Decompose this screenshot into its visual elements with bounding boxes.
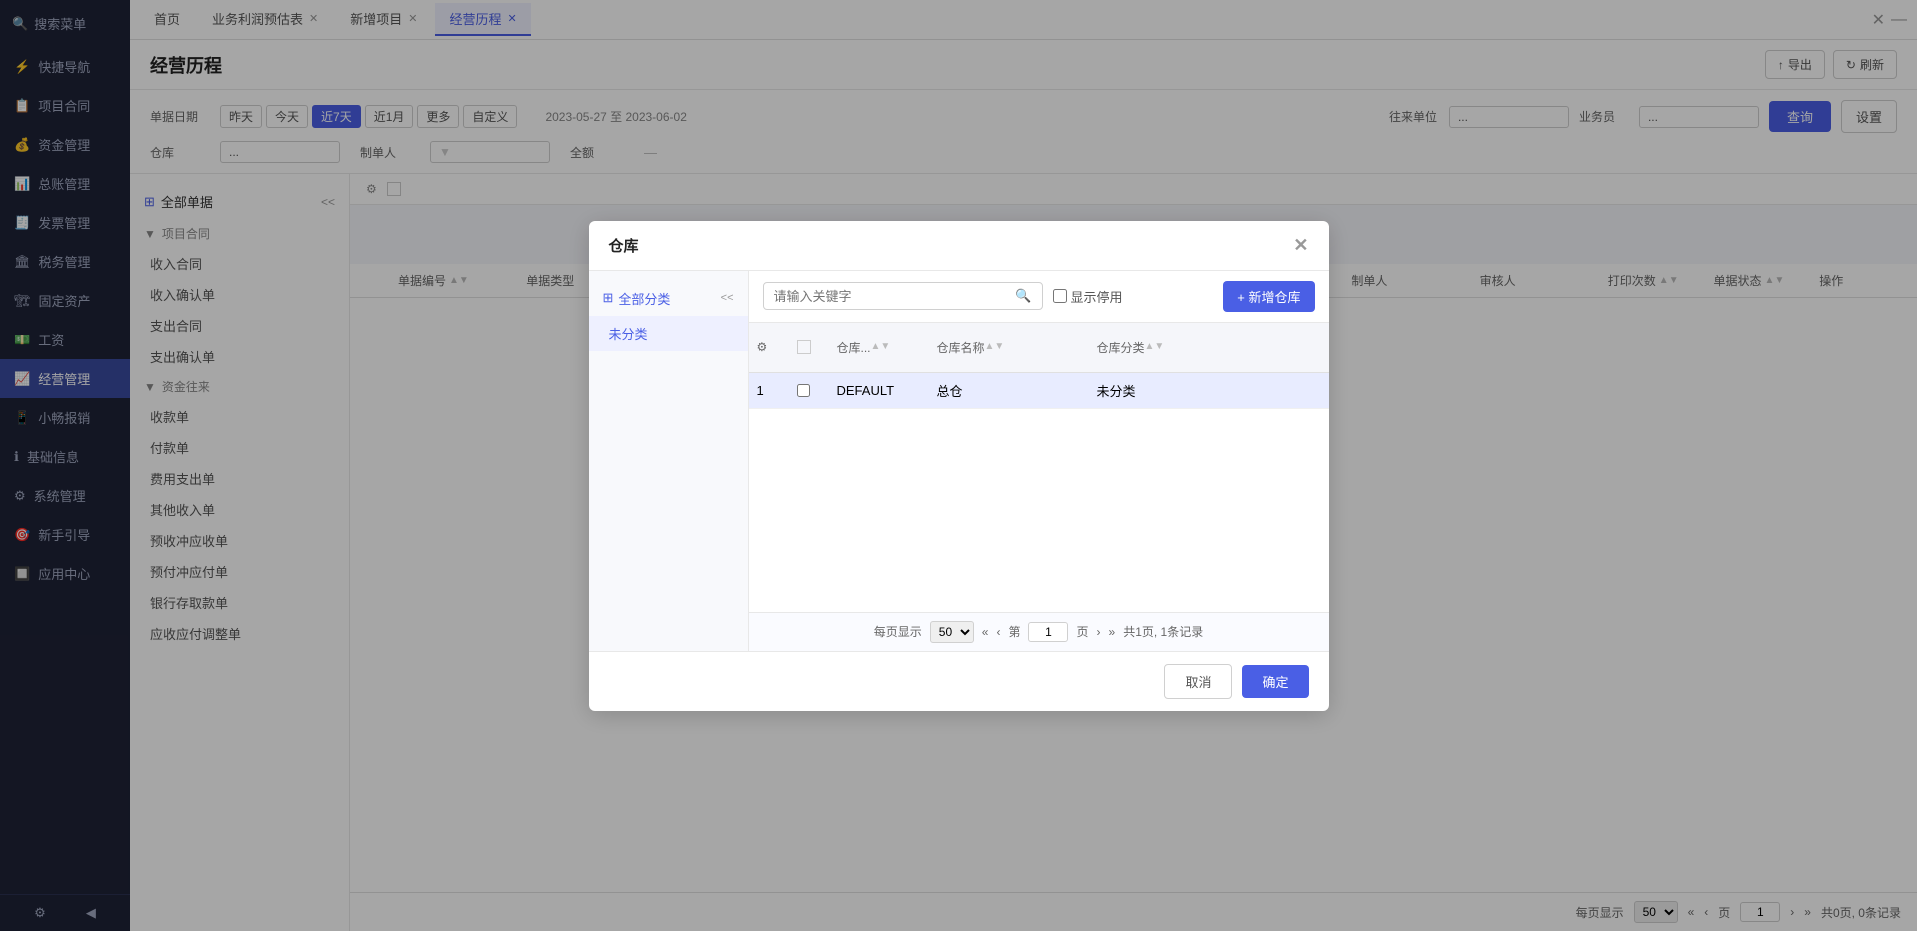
confirm-button[interactable]: 确定 <box>1242 665 1308 698</box>
check-all[interactable] <box>797 340 811 354</box>
modal-header: 仓库 ✕ <box>589 221 1329 271</box>
col-header-settings: ⚙ <box>749 331 789 364</box>
modal-page-label: 第 <box>1008 623 1020 640</box>
modal-footer: 取消 确定 <box>589 651 1329 711</box>
search-icon: 🔍 <box>1015 288 1031 304</box>
table-row[interactable]: 1 DEFAULT 总仓 未分类 <box>749 373 1329 409</box>
name-sort-icon: ▲▼ <box>985 342 1005 352</box>
show-disabled-label: 显示停用 <box>1071 287 1123 306</box>
modal-prev-page[interactable]: ‹ <box>996 625 1000 639</box>
modal-category-item-unclassified[interactable]: 未分类 <box>589 316 748 351</box>
modal-total-records: 共1页, 1条记录 <box>1123 623 1203 640</box>
modal-last-page[interactable]: » <box>1109 625 1116 639</box>
modal-category-label: 未分类 <box>609 327 648 342</box>
show-disabled-toggle: 显示停用 <box>1053 287 1123 306</box>
modal-close-button[interactable]: ✕ <box>1293 235 1308 256</box>
col-header-code[interactable]: 仓库... ▲▼ <box>829 331 929 364</box>
confirm-label: 确定 <box>1262 675 1288 690</box>
modal-left-header[interactable]: ⊞ 全部分类 << <box>589 281 748 316</box>
modal-next-page[interactable]: › <box>1097 625 1101 639</box>
warehouse-modal: 仓库 ✕ ⊞ 全部分类 << 未分类 <box>589 221 1329 711</box>
show-disabled-checkbox[interactable] <box>1053 289 1067 303</box>
modal-first-page[interactable]: « <box>982 625 989 639</box>
row-checkbox[interactable] <box>789 373 829 408</box>
gear-icon: ⚙ <box>757 340 768 354</box>
all-category-icon: ⊞ <box>603 290 614 306</box>
cancel-label: 取消 <box>1185 675 1211 690</box>
add-warehouse-label: + 新增仓库 <box>1237 287 1300 306</box>
modal-toolbar: 🔍 显示停用 + 新增仓库 <box>749 271 1329 323</box>
row-category: 未分类 <box>1089 373 1229 408</box>
col-header-category[interactable]: 仓库分类 ▲▼ <box>1089 331 1229 364</box>
modal-search-box: 🔍 <box>763 282 1043 310</box>
category-sort-icon: ▲▼ <box>1145 342 1165 352</box>
row-index: 1 <box>749 373 789 408</box>
modal-overlay: 仓库 ✕ ⊞ 全部分类 << 未分类 <box>0 0 1917 931</box>
modal-right-panel: 🔍 显示停用 + 新增仓库 ⚙ <box>749 271 1329 651</box>
modal-left-panel: ⊞ 全部分类 << 未分类 <box>589 271 749 651</box>
modal-page-input[interactable] <box>1028 622 1068 642</box>
code-sort-icon: ▲▼ <box>871 342 891 352</box>
row-check[interactable] <box>797 384 810 397</box>
modal-title: 仓库 <box>609 235 639 256</box>
modal-per-page-select[interactable]: 50 <box>930 621 974 643</box>
modal-table: ⚙ 仓库... ▲▼ 仓库名称 ▲▼ <box>749 323 1329 612</box>
col-header-check <box>789 331 829 364</box>
modal-search-input[interactable] <box>774 289 1010 304</box>
modal-body: ⊞ 全部分类 << 未分类 🔍 <box>589 271 1329 651</box>
add-warehouse-button[interactable]: + 新增仓库 <box>1223 281 1314 312</box>
cancel-button[interactable]: 取消 <box>1164 664 1232 699</box>
modal-page-suffix: 页 <box>1076 623 1088 640</box>
row-code: DEFAULT <box>829 373 929 408</box>
modal-left-collapse[interactable]: << <box>721 292 734 304</box>
col-header-name[interactable]: 仓库名称 ▲▼ <box>929 331 1089 364</box>
modal-per-page-label: 每页显示 <box>874 623 922 640</box>
modal-pagination: 每页显示 50 « ‹ 第 页 › » 共1页, 1条记录 <box>749 612 1329 651</box>
modal-table-header: ⚙ 仓库... ▲▼ 仓库名称 ▲▼ <box>749 323 1329 373</box>
modal-all-category-label: 全部分类 <box>618 289 670 308</box>
row-name: 总仓 <box>929 373 1089 408</box>
